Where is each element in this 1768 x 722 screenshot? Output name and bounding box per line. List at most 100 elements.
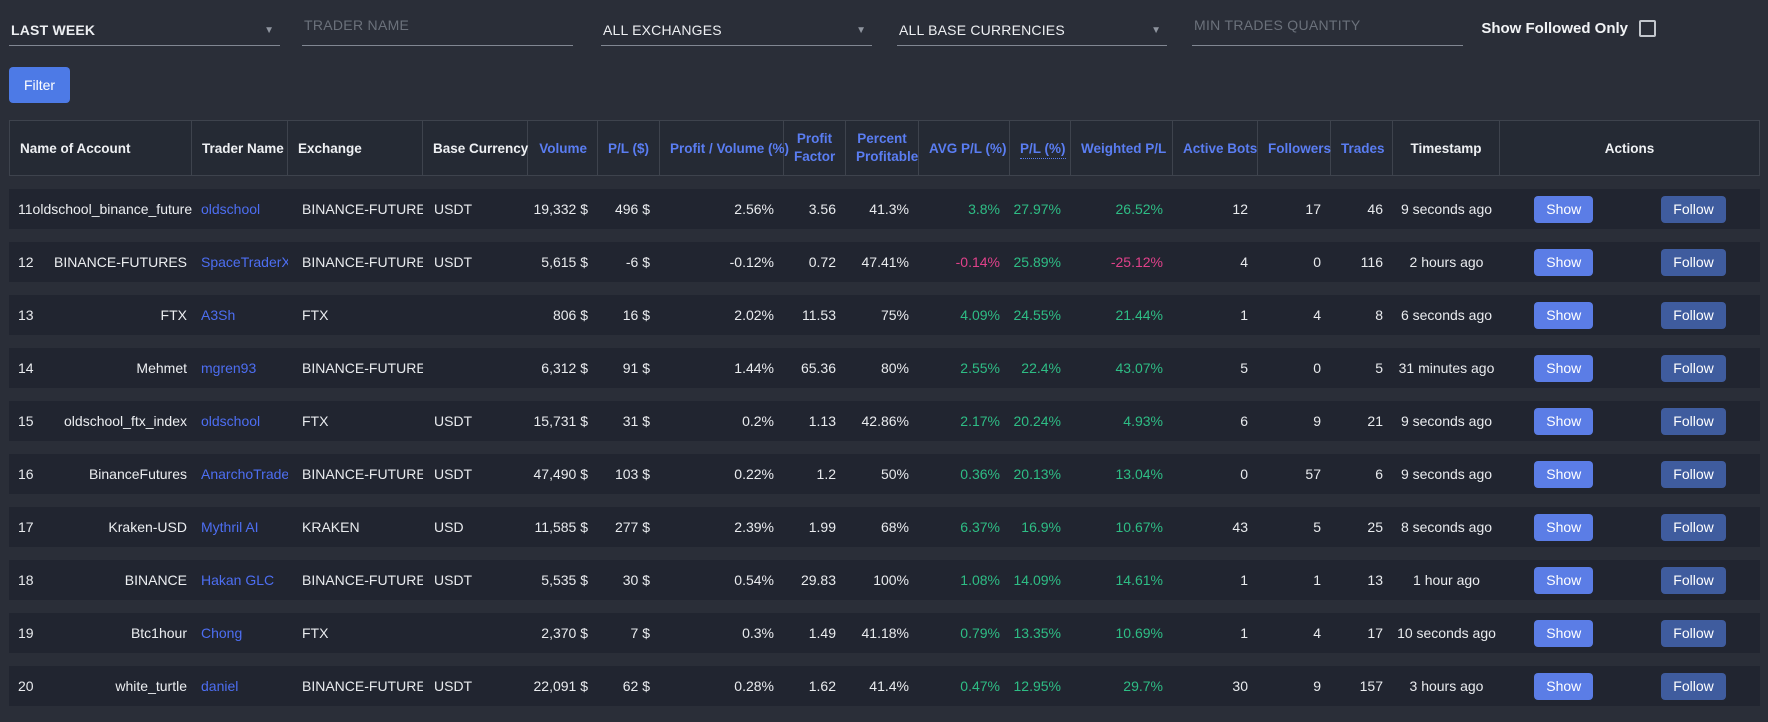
cell-percent-profitable: 41.18% — [846, 613, 919, 653]
cell-profit-volume: 0.3% — [660, 613, 784, 653]
show-button[interactable]: Show — [1534, 619, 1594, 647]
cell-active-bots: 30 — [1173, 666, 1258, 706]
follow-button[interactable]: Follow — [1661, 672, 1726, 700]
follow-button[interactable]: Follow — [1661, 619, 1726, 647]
cell-followers: 0 — [1258, 348, 1331, 388]
col-header-pl-usd[interactable]: P/L ($) — [598, 120, 660, 176]
cell-avg-pl: 4.09% — [919, 295, 1010, 335]
cell-trades: 6 — [1331, 454, 1393, 494]
cell-profit-factor: 1.99 — [784, 507, 846, 547]
row-number: 15 — [18, 413, 34, 429]
row-number: 12 — [18, 254, 34, 270]
col-header-followers[interactable]: Followers — [1258, 120, 1331, 176]
trader-link[interactable]: Hakan GLC — [201, 572, 274, 588]
cell-active-bots: 12 — [1173, 189, 1258, 229]
follow-button[interactable]: Follow — [1661, 195, 1726, 223]
exchange-select[interactable]: ALL EXCHANGES ▼ — [601, 12, 872, 46]
col-header-profit-factor[interactable]: Profit Factor — [784, 120, 846, 176]
cell-pl-usd: 277 $ — [598, 507, 660, 547]
filter-button[interactable]: Filter — [9, 67, 70, 103]
cell-avg-pl: 6.37% — [919, 507, 1010, 547]
follow-button[interactable]: Follow — [1661, 354, 1726, 382]
follow-button[interactable]: Follow — [1661, 301, 1726, 329]
show-button[interactable]: Show — [1534, 354, 1594, 382]
show-followed-control: Show Followed Only — [1481, 20, 1656, 37]
col-header-volume[interactable]: Volume — [528, 120, 598, 176]
trader-link[interactable]: Chong — [201, 625, 242, 641]
cell-avg-pl: -0.14% — [919, 242, 1010, 282]
col-header-exchange: Exchange — [288, 120, 423, 176]
account-name: BINANCE — [124, 572, 187, 588]
cell-followers: 9 — [1258, 666, 1331, 706]
col-header-active-bots[interactable]: Active Bots — [1173, 120, 1258, 176]
follow-button[interactable]: Follow — [1661, 407, 1726, 435]
cell-avg-pl: 0.47% — [919, 666, 1010, 706]
cell-actions: Show Follow — [1500, 242, 1760, 282]
trader-link[interactable]: Mythril AI — [201, 519, 259, 535]
trader-link[interactable]: A3Sh — [201, 307, 235, 323]
cell-weighted-pl: 10.67% — [1071, 507, 1173, 547]
cell-profit-factor: 1.2 — [784, 454, 846, 494]
cell-pl-usd: 62 $ — [598, 666, 660, 706]
cell-trader: oldschool — [192, 189, 288, 229]
followed-checkbox[interactable] — [1639, 20, 1656, 37]
cell-weighted-pl: 13.04% — [1071, 454, 1173, 494]
cell-percent-profitable: 100% — [846, 560, 919, 600]
show-button[interactable]: Show — [1534, 672, 1594, 700]
cell-avg-pl: 2.17% — [919, 401, 1010, 441]
col-header-profit-volume[interactable]: Profit / Volume (%) — [660, 120, 789, 176]
col-header-percent-profitable[interactable]: Percent Profitable — [846, 120, 919, 176]
cell-profit-volume: 0.2% — [660, 401, 784, 441]
trader-link[interactable]: SpaceTraderX — [201, 254, 288, 270]
cell-weighted-pl: 29.7% — [1071, 666, 1173, 706]
col-header-trades[interactable]: Trades — [1331, 120, 1393, 176]
show-button[interactable]: Show — [1534, 460, 1594, 488]
col-header-weighted-pl[interactable]: Weighted P/L — [1071, 120, 1173, 176]
trader-name-input[interactable] — [302, 12, 573, 46]
show-button[interactable]: Show — [1534, 407, 1594, 435]
show-button[interactable]: Show — [1534, 195, 1594, 223]
trader-link[interactable]: mgren93 — [201, 360, 256, 376]
cell-weighted-pl: -25.12% — [1071, 242, 1173, 282]
cell-followers: 17 — [1258, 189, 1331, 229]
chevron-down-icon: ▼ — [856, 25, 866, 36]
show-button[interactable]: Show — [1534, 248, 1594, 276]
col-header-avg-pl[interactable]: AVG P/L (%) — [919, 120, 1010, 176]
cell-base-currency: USDT — [423, 242, 528, 282]
cell-followers: 4 — [1258, 613, 1331, 653]
show-followed-label: Show Followed Only — [1481, 20, 1628, 37]
cell-trader: AnarchoTrader — [192, 454, 288, 494]
cell-actions: Show Follow — [1500, 666, 1760, 706]
follow-button[interactable]: Follow — [1661, 513, 1726, 541]
account-name: Mehmet — [136, 360, 187, 376]
cell-trades: 116 — [1331, 242, 1393, 282]
min-trades-input[interactable] — [1192, 12, 1463, 46]
cell-pl-usd: 91 $ — [598, 348, 660, 388]
period-select[interactable]: LAST WEEK ▼ — [9, 12, 280, 46]
show-button[interactable]: Show — [1534, 301, 1594, 329]
row-number: 17 — [18, 519, 34, 535]
trader-link[interactable]: daniel — [201, 678, 238, 694]
cell-trader: SpaceTraderX — [192, 242, 288, 282]
cell-percent-profitable: 41.4% — [846, 666, 919, 706]
follow-button[interactable]: Follow — [1661, 566, 1726, 594]
follow-button[interactable]: Follow — [1661, 248, 1726, 276]
cell-base-currency: USD — [423, 507, 528, 547]
cell-profit-factor: 1.13 — [784, 401, 846, 441]
trader-link[interactable]: AnarchoTrader — [201, 466, 288, 482]
cell-pl-pct: 22.4% — [1010, 348, 1071, 388]
cell-followers: 57 — [1258, 454, 1331, 494]
trader-link[interactable]: oldschool — [201, 413, 260, 429]
cell-active-bots: 5 — [1173, 348, 1258, 388]
cell-profit-volume: 0.28% — [660, 666, 784, 706]
show-button[interactable]: Show — [1534, 566, 1594, 594]
cell-pl-usd: 31 $ — [598, 401, 660, 441]
show-button[interactable]: Show — [1534, 513, 1594, 541]
cell-profit-volume: -0.12% — [660, 242, 784, 282]
trader-link[interactable]: oldschool — [201, 201, 260, 217]
account-name: Kraken-USD — [108, 519, 187, 535]
follow-button[interactable]: Follow — [1661, 460, 1726, 488]
cell-actions: Show Follow — [1500, 295, 1760, 335]
col-header-pl-pct[interactable]: P/L (%) — [1010, 120, 1071, 176]
base-currency-select[interactable]: ALL BASE CURRENCIES ▼ — [897, 12, 1167, 46]
